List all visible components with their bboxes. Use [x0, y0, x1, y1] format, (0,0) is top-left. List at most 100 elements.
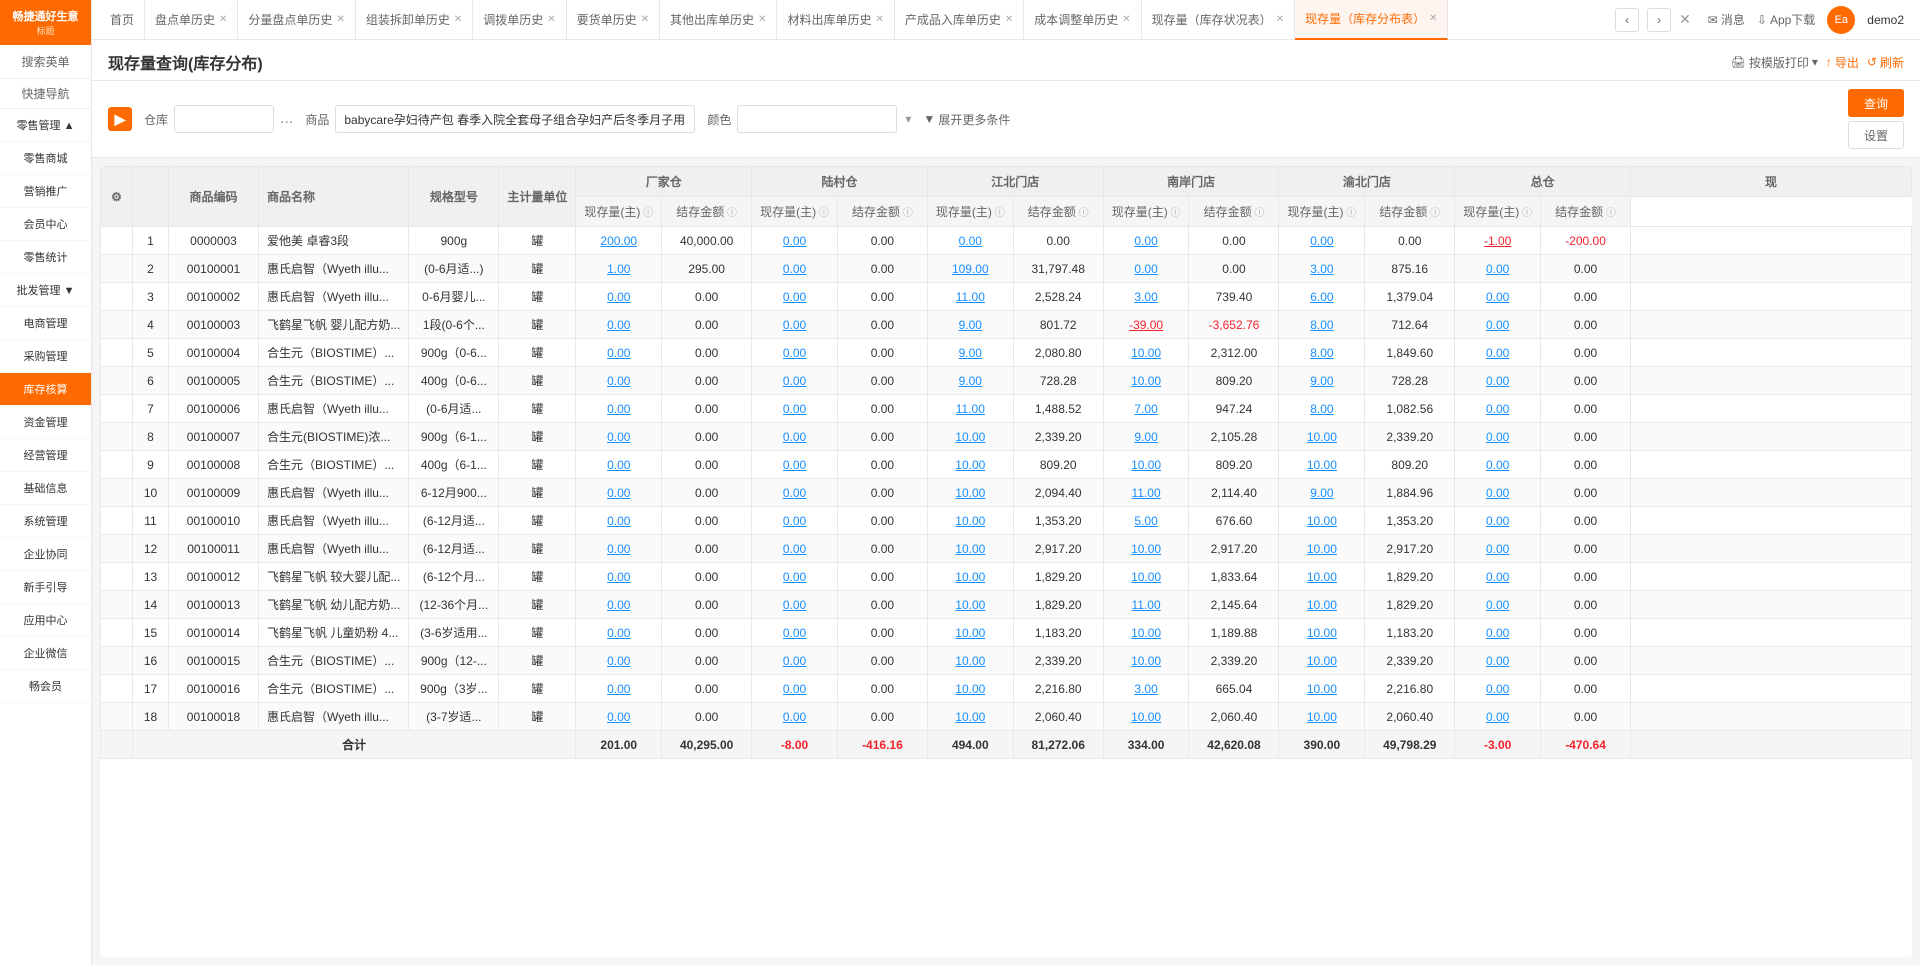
col-total-header: 总仓	[1455, 167, 1631, 197]
app-logo-title: 畅捷通好生意	[13, 8, 79, 24]
col-total-qty-header: 现存量(主)	[1455, 197, 1541, 227]
sidebar-item-system[interactable]: 系统管理	[0, 505, 91, 538]
table-row: 500100004合生元（BIOSTIME）...900g（0-6...罐0.0…	[101, 339, 1912, 367]
sidebar-item-retail-stat[interactable]: 零售统计	[0, 241, 91, 274]
warehouse-dots-btn[interactable]: ...	[280, 110, 293, 128]
sidebar-item-retail-store[interactable]: 零售商城	[0, 142, 91, 175]
message-icon: ✉	[1708, 13, 1718, 27]
col-spec-header: 规格型号	[409, 167, 499, 227]
table-row: 1400100013飞鹤星飞帆 幼儿配方奶...(12-36个月...罐0.00…	[101, 591, 1912, 619]
search-btn[interactable]: 查询	[1848, 89, 1904, 117]
username-label[interactable]: demo2	[1867, 13, 1904, 27]
topbar-nav: 首页 盘点单历史 ✕ 分量盘点单历史 ✕ 组装拆卸单历史 ✕ 调拨单历史 ✕ 要…	[100, 0, 1605, 40]
tab-branch-stock[interactable]: 分量盘点单历史 ✕	[238, 0, 355, 40]
sidebar-item-enterprise-wx[interactable]: 企业微信	[0, 637, 91, 670]
app-download-btn[interactable]: ⇩ App下载	[1757, 11, 1815, 28]
tab-close-icon[interactable]: ✕	[454, 14, 462, 25]
col-no-header	[133, 167, 169, 227]
tab-close-icon[interactable]: ✕	[1122, 14, 1130, 25]
tab-close-icon[interactable]: ✕	[219, 14, 227, 25]
color-input[interactable]	[737, 105, 897, 133]
tab-current-stock-dist[interactable]: 现存量（库存分布表） ✕	[1295, 0, 1448, 40]
print-btn[interactable]: 🖨 按模版打印 ▾	[1731, 54, 1818, 71]
expand-filter-btn[interactable]: ▼ 展开更多条件	[923, 111, 1010, 128]
warehouse-input[interactable]	[174, 105, 274, 133]
prev-tab-btn[interactable]: ‹	[1615, 8, 1639, 32]
sidebar-logo[interactable]: 畅捷通好生意 标题	[0, 0, 91, 45]
sidebar-item-enterprise[interactable]: 企业协同	[0, 538, 91, 571]
sidebar-item-ecommerce[interactable]: 电商管理	[0, 307, 91, 340]
sidebar-quick-nav[interactable]: 快捷导航	[0, 79, 91, 109]
sidebar-item-operations[interactable]: 经营管理	[0, 439, 91, 472]
sidebar-item-member-program[interactable]: 畅会员	[0, 670, 91, 703]
col-jiangbei-amt-header: 结存金额	[1013, 197, 1103, 227]
filter-actions: 查询 设置	[1848, 89, 1904, 149]
user-avatar[interactable]: Ea	[1827, 6, 1855, 34]
tab-current-stock-table[interactable]: 现存量（库存状况表） ✕	[1142, 0, 1295, 40]
table-footer-row: 合计201.0040,295.00-8.00-416.16494.0081,27…	[101, 731, 1912, 759]
tab-transfer[interactable]: 调拨单历史 ✕	[473, 0, 566, 40]
tab-close-icon[interactable]: ✕	[1276, 14, 1284, 25]
table-row: 1300100012飞鹤星飞帆 较大婴儿配...(6-12个月...罐0.000…	[101, 563, 1912, 591]
export-btn[interactable]: ↑ 导出	[1826, 54, 1859, 71]
tab-close-icon[interactable]: ✕	[1429, 13, 1437, 24]
tab-close-icon[interactable]: ✕	[758, 14, 766, 25]
sidebar-item-wholesale[interactable]: 批发管理 ▼	[0, 274, 91, 307]
tab-close-icon[interactable]: ✕	[1005, 14, 1013, 25]
tab-material-out[interactable]: 材料出库单历史 ✕	[777, 0, 894, 40]
message-btn[interactable]: ✉ 消息	[1708, 11, 1745, 28]
tab-cost-adjust[interactable]: 成本调整单历史 ✕	[1024, 0, 1141, 40]
sidebar-search[interactable]: 搜索英单	[0, 45, 91, 79]
tab-close-icon[interactable]: ✕	[641, 14, 649, 25]
col-lucun-header: 陆村仓	[752, 167, 928, 197]
tab-stock-history[interactable]: 盘点单历史 ✕	[145, 0, 238, 40]
table-row: 600100005合生元（BIOSTIME）...400g（0-6...罐0.0…	[101, 367, 1912, 395]
print-dropdown-icon: ▾	[1812, 55, 1818, 69]
userbar: ✉ 消息 ⇩ App下载 Ea demo2	[1692, 0, 1920, 40]
goods-field: 商品	[305, 105, 695, 133]
footer-label: 合计	[133, 731, 576, 759]
col-jiangbei-header: 江北门店	[927, 167, 1103, 197]
sidebar: 畅捷通好生意 标题 搜索英单 快捷导航 零售管理 ▲ 零售商城 营销推广 会员中…	[0, 0, 92, 965]
close-tab-btn[interactable]: ✕	[1679, 11, 1691, 28]
tab-request[interactable]: 要货单历史 ✕	[567, 0, 660, 40]
sidebar-item-retail-mgmt[interactable]: 零售管理 ▲	[0, 109, 91, 142]
col-lucun-qty-header: 现存量(主)	[752, 197, 838, 227]
col-factory-header: 厂家仓	[576, 167, 752, 197]
sidebar-item-member[interactable]: 会员中心	[0, 208, 91, 241]
avatar-text: Ea	[1835, 14, 1848, 26]
sidebar-item-purchase[interactable]: 采购管理	[0, 340, 91, 373]
goods-input[interactable]	[335, 105, 695, 133]
settings-btn[interactable]: 设置	[1848, 121, 1904, 149]
sidebar-item-marketing[interactable]: 营销推广	[0, 175, 91, 208]
col-nanan-header: 南岸门店	[1103, 167, 1279, 197]
tab-other-out[interactable]: 其他出库单历史 ✕	[660, 0, 777, 40]
col-nanan-qty-header: 现存量(主)	[1103, 197, 1189, 227]
color-dropdown-icon[interactable]: ▾	[905, 112, 911, 126]
goods-label: 商品	[305, 111, 329, 128]
tab-close-icon[interactable]: ✕	[875, 14, 883, 25]
filter-toggle-btn[interactable]: ▶	[108, 107, 132, 131]
tab-home[interactable]: 首页	[100, 0, 145, 40]
col-name-header: 商品名称	[259, 167, 409, 227]
next-tab-btn[interactable]: ›	[1647, 8, 1671, 32]
col-yubei-header: 渝北门店	[1279, 167, 1455, 197]
page-header: 现存量查询(库存分布) 🖨 按模版打印 ▾ ↑ 导出 ↺ 刷新	[92, 40, 1920, 81]
sidebar-items: 零售管理 ▲ 零售商城 营销推广 会员中心 零售统计 批发管理 ▼ 电商管理 采…	[0, 109, 91, 965]
refresh-label: 刷新	[1880, 54, 1904, 71]
expand-filter-label: 展开更多条件	[938, 111, 1010, 128]
sidebar-item-finance[interactable]: 资金管理	[0, 406, 91, 439]
sidebar-item-basic-info[interactable]: 基础信息	[0, 472, 91, 505]
sidebar-item-app-center[interactable]: 应用中心	[0, 604, 91, 637]
table-row: 300100002惠氏启智（Wyeth illu...0-6月婴儿...罐0.0…	[101, 283, 1912, 311]
col-jiangbei-qty-header: 现存量(主)	[927, 197, 1013, 227]
tab-close-icon[interactable]: ✕	[336, 14, 344, 25]
table-row: 1600100015合生元（BIOSTIME）...900g（12-...罐0.…	[101, 647, 1912, 675]
refresh-btn[interactable]: ↺ 刷新	[1867, 54, 1904, 71]
sidebar-item-guide[interactable]: 新手引导	[0, 571, 91, 604]
filter-bar: ▶ 仓库 ... 商品 颜色 ▾ ▼ 展开更多条件 查询 设置	[92, 81, 1920, 158]
tab-combo[interactable]: 组装拆卸单历史 ✕	[356, 0, 473, 40]
tab-close-icon[interactable]: ✕	[547, 14, 555, 25]
tab-product-in[interactable]: 产成品入库单历史 ✕	[895, 0, 1024, 40]
sidebar-item-inventory[interactable]: 库存核算	[0, 373, 91, 406]
